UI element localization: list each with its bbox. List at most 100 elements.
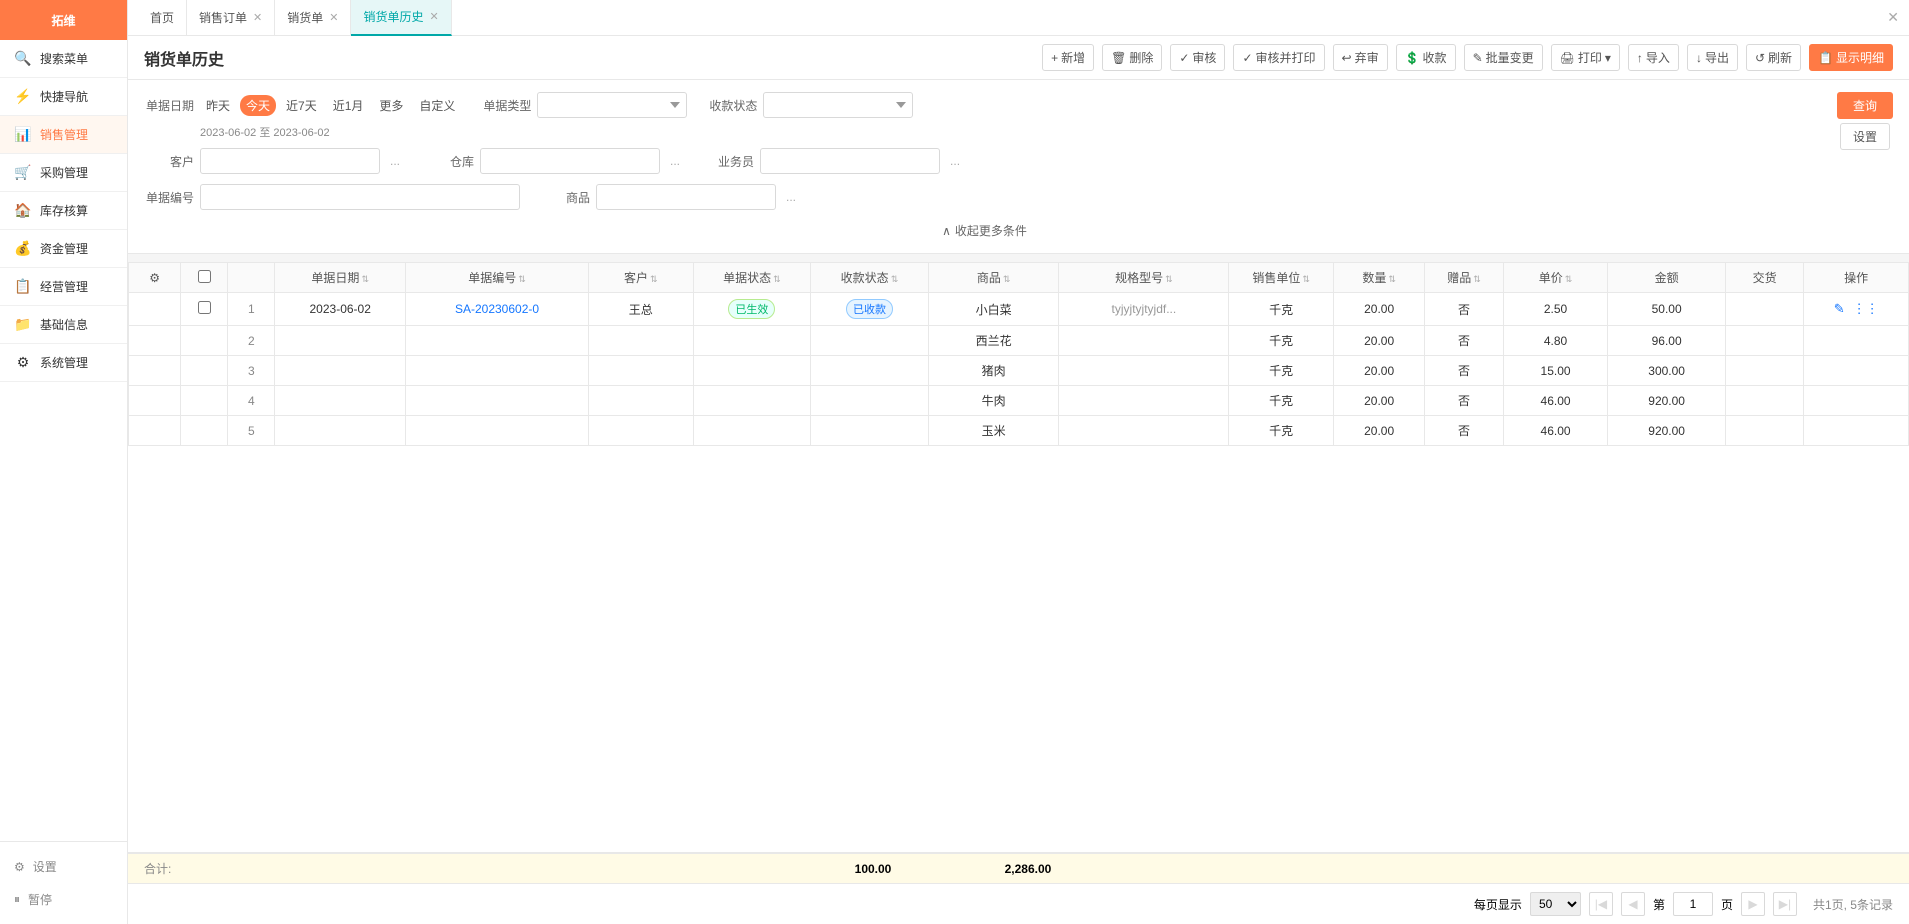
cell-rowno-3: 4 — [228, 386, 275, 416]
date-yesterday[interactable]: 昨天 — [200, 95, 236, 116]
cell-checkbox-0[interactable] — [181, 293, 228, 326]
date-last1month[interactable]: 近1月 — [327, 95, 370, 116]
cell-qty-1: 20.00 — [1333, 326, 1424, 356]
col-qty[interactable]: 数量⇅ — [1333, 263, 1424, 293]
col-checkbox[interactable] — [181, 263, 228, 293]
cell-trade-2 — [1725, 356, 1803, 386]
col-gift[interactable]: 赠品⇅ — [1425, 263, 1503, 293]
col-doc-no[interactable]: 单据编号⇅ — [406, 263, 589, 293]
col-pay-status-label: 收款状态 — [841, 271, 889, 285]
date-today[interactable]: 今天 — [240, 95, 276, 116]
col-unit-label: 销售单位 — [1252, 271, 1300, 285]
show-detail-button[interactable]: 📋 显示明细 — [1809, 44, 1893, 71]
tab-sales-order-close[interactable]: ✕ — [253, 11, 262, 24]
col-goods-label: 商品 — [977, 271, 1001, 285]
sidebar-item-label: 资金管理 — [40, 240, 88, 257]
cell-goods-0: 小白菜 — [928, 293, 1059, 326]
cell-spec-3 — [1059, 386, 1229, 416]
delete-button[interactable]: 🗑 删除 — [1102, 44, 1162, 71]
sidebar-item-purchase[interactable]: 🛒 采购管理 — [0, 154, 127, 192]
salesperson-input[interactable] — [760, 148, 940, 174]
customer-lookup[interactable]: ... — [386, 154, 404, 168]
select-all-checkbox[interactable] — [198, 270, 211, 283]
col-goods[interactable]: 商品⇅ — [928, 263, 1059, 293]
cell-spec-2 — [1059, 356, 1229, 386]
col-qty-label: 数量 — [1362, 271, 1386, 285]
tab-sales-delivery-close[interactable]: ✕ — [329, 11, 338, 24]
page-input[interactable] — [1673, 892, 1713, 916]
query-button[interactable]: 查询 — [1837, 92, 1893, 119]
sidebar-item-inventory[interactable]: 🏠 库存核算 — [0, 192, 127, 230]
col-doc-date[interactable]: 单据日期⇅ — [275, 263, 406, 293]
audit-print-button[interactable]: ✓ 审核并打印 — [1233, 44, 1324, 71]
sidebar-item-search[interactable]: 🔍 搜索菜单 — [0, 40, 127, 78]
goods-lookup[interactable]: ... — [782, 190, 800, 204]
col-doc-status[interactable]: 单据状态⇅ — [693, 263, 811, 293]
cell-checkbox-2[interactable] — [181, 356, 228, 386]
tab-sales-history-close[interactable]: ✕ — [430, 10, 439, 23]
filter-setting-button[interactable]: 设置 — [1840, 123, 1890, 150]
salesperson-label: 业务员 — [704, 153, 754, 170]
sidebar-item-quicknav[interactable]: ⚡ 快捷导航 — [0, 78, 127, 116]
cell-settings-3 — [129, 386, 181, 416]
tab-sales-history[interactable]: 销货单历史 ✕ — [351, 0, 451, 36]
col-spec[interactable]: 规格型号⇅ — [1059, 263, 1229, 293]
goods-input[interactable] — [596, 184, 776, 210]
warehouse-input[interactable] — [480, 148, 660, 174]
docno-input[interactable] — [200, 184, 520, 210]
cell-goods-4: 玉米 — [928, 416, 1059, 446]
sidebar-item-finance[interactable]: 💰 资金管理 — [0, 230, 127, 268]
cell-doc-status-1 — [693, 326, 811, 356]
cell-checkbox-4[interactable] — [181, 416, 228, 446]
prev-page-button[interactable]: ◀ — [1621, 892, 1645, 916]
doc-no-link[interactable]: SA-20230602-0 — [455, 302, 539, 316]
col-unit-price[interactable]: 单价⇅ — [1503, 263, 1608, 293]
print-button[interactable]: 🖨 打印 ▾ — [1551, 44, 1620, 71]
sidebar-item-label: 经营管理 — [40, 278, 88, 295]
sidebar-pause-btn[interactable]: ⏸ 暂停 — [0, 883, 127, 916]
date-last7days[interactable]: 近7天 — [280, 95, 323, 116]
abandon-button[interactable]: ↩ 弃审 — [1333, 44, 1388, 71]
new-button[interactable]: + 新增 — [1042, 44, 1094, 71]
sidebar-item-baseinfo[interactable]: 📁 基础信息 — [0, 306, 127, 344]
dropdown-arrow-icon: ▾ — [1605, 51, 1611, 65]
more-action-icon[interactable]: ⋮⋮ — [1853, 301, 1879, 317]
col-pay-status[interactable]: 收款状态⇅ — [811, 263, 929, 293]
chevron-up-icon: ∧ — [942, 224, 951, 238]
doc-type-select[interactable] — [537, 92, 687, 118]
row-checkbox[interactable] — [198, 301, 211, 314]
page-size-select[interactable]: 20 50 100 200 — [1530, 892, 1581, 916]
import-button[interactable]: ↑ 导入 — [1628, 44, 1679, 71]
date-custom[interactable]: 自定义 — [413, 95, 461, 116]
col-customer[interactable]: 客户⇅ — [589, 263, 694, 293]
batch-change-button[interactable]: ✎ 批量变更 — [1464, 44, 1543, 71]
sidebar-item-sales[interactable]: 📊 销售管理 — [0, 116, 127, 154]
sidebar-item-operations[interactable]: 📋 经营管理 — [0, 268, 127, 306]
tab-home[interactable]: 首页 — [138, 0, 187, 36]
collapse-button[interactable]: ∧ 收起更多条件 — [934, 220, 1035, 241]
tab-sales-delivery[interactable]: 销货单 ✕ — [275, 0, 351, 36]
salesperson-lookup[interactable]: ... — [946, 154, 964, 168]
customer-input[interactable] — [200, 148, 380, 174]
cell-rowno-0: 1 — [228, 293, 275, 326]
cell-checkbox-3[interactable] — [181, 386, 228, 416]
last-page-button[interactable]: ▶| — [1773, 892, 1797, 916]
tab-bar-close-all[interactable]: ✕ — [1887, 9, 1899, 26]
date-more[interactable]: 更多 — [373, 95, 409, 116]
edit-action-icon[interactable]: ✎ — [1834, 301, 1845, 317]
cell-checkbox-1[interactable] — [181, 326, 228, 356]
col-unit[interactable]: 销售单位⇅ — [1229, 263, 1334, 293]
col-settings[interactable]: ⚙ — [129, 263, 181, 293]
warehouse-lookup[interactable]: ... — [666, 154, 684, 168]
filter-goods-item: 商品 ... — [540, 184, 800, 210]
refresh-button[interactable]: ↺ 刷新 — [1746, 44, 1801, 71]
sidebar-settings-btn[interactable]: ⚙ 设置 — [0, 850, 127, 883]
pay-status-select[interactable] — [763, 92, 913, 118]
next-page-button[interactable]: ▶ — [1741, 892, 1765, 916]
tab-sales-order[interactable]: 销售订单 ✕ — [187, 0, 275, 36]
first-page-button[interactable]: |◀ — [1589, 892, 1613, 916]
audit-button[interactable]: ✓ 审核 — [1170, 44, 1225, 71]
sidebar-item-system[interactable]: ⚙ 系统管理 — [0, 344, 127, 382]
collect-button[interactable]: 💲 收款 — [1396, 44, 1456, 71]
export-button[interactable]: ↓ 导出 — [1687, 44, 1738, 71]
